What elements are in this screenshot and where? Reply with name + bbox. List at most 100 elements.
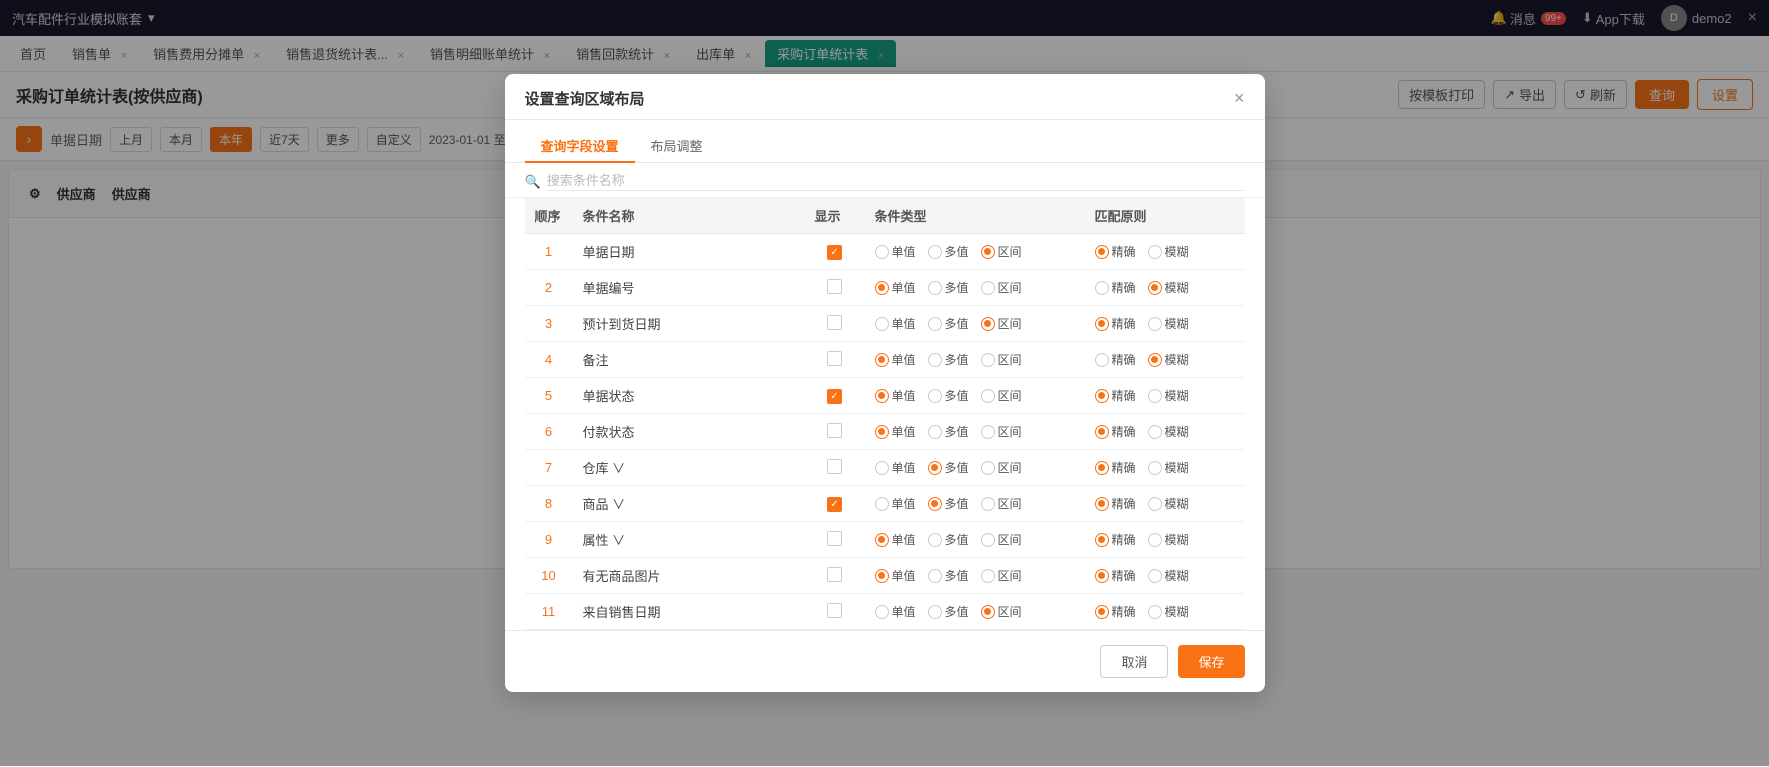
radio-circle <box>1148 425 1162 439</box>
radio-type-item[interactable]: 多值 <box>928 567 969 584</box>
radio-match-item[interactable]: 精确 <box>1095 567 1136 584</box>
cell-show[interactable] <box>805 378 865 414</box>
radio-type-item[interactable]: 多值 <box>928 603 969 620</box>
cell-show[interactable] <box>805 270 865 306</box>
radio-match-item[interactable]: 模糊 <box>1148 423 1189 440</box>
radio-match-item[interactable]: 精确 <box>1095 279 1136 296</box>
show-checkbox[interactable] <box>827 279 842 294</box>
radio-match-item[interactable]: 精确 <box>1095 603 1136 620</box>
radio-match-item[interactable]: 精确 <box>1095 531 1136 548</box>
radio-type-item[interactable]: 单值 <box>875 387 916 404</box>
cell-show[interactable] <box>805 558 865 594</box>
radio-circle <box>928 605 942 619</box>
cell-show[interactable] <box>805 306 865 342</box>
radio-match-item[interactable]: 精确 <box>1095 423 1136 440</box>
radio-type-item[interactable]: 区间 <box>981 459 1022 476</box>
cell-show[interactable] <box>805 342 865 378</box>
show-checkbox[interactable] <box>827 245 842 260</box>
radio-match-item[interactable]: 模糊 <box>1148 315 1189 332</box>
radio-type-item[interactable]: 多值 <box>928 279 969 296</box>
radio-type-item[interactable]: 区间 <box>981 243 1022 260</box>
radio-type-item[interactable]: 单值 <box>875 279 916 296</box>
radio-type-item[interactable]: 区间 <box>981 387 1022 404</box>
radio-label: 模糊 <box>1165 603 1189 620</box>
radio-type-item[interactable]: 单值 <box>875 567 916 584</box>
radio-type-item[interactable]: 区间 <box>981 315 1022 332</box>
radio-type-item[interactable]: 单值 <box>875 315 916 332</box>
radio-circle <box>875 605 889 619</box>
cell-name: 单据状态 <box>573 378 805 414</box>
show-checkbox[interactable] <box>827 351 842 366</box>
radio-match-item[interactable]: 模糊 <box>1148 279 1189 296</box>
radio-type-item[interactable]: 区间 <box>981 495 1022 512</box>
radio-type-item[interactable]: 多值 <box>928 351 969 368</box>
cell-show[interactable] <box>805 522 865 558</box>
th-type: 条件类型 <box>865 198 1085 234</box>
show-checkbox[interactable] <box>827 423 842 438</box>
cell-order: 7 <box>525 450 573 486</box>
radio-type-item[interactable]: 多值 <box>928 531 969 548</box>
radio-type-item[interactable]: 区间 <box>981 279 1022 296</box>
radio-type-item[interactable]: 多值 <box>928 495 969 512</box>
radio-type-item[interactable]: 多值 <box>928 243 969 260</box>
cell-show[interactable] <box>805 450 865 486</box>
radio-match-item[interactable]: 模糊 <box>1148 495 1189 512</box>
cell-show[interactable] <box>805 486 865 522</box>
radio-type-item[interactable]: 单值 <box>875 423 916 440</box>
cell-name: 商品 ∨ <box>573 486 805 522</box>
radio-match-item[interactable]: 模糊 <box>1148 387 1189 404</box>
radio-match-item[interactable]: 精确 <box>1095 459 1136 476</box>
radio-label: 模糊 <box>1165 351 1189 368</box>
radio-match-item[interactable]: 精确 <box>1095 351 1136 368</box>
cell-show[interactable] <box>805 594 865 630</box>
cell-show[interactable] <box>805 234 865 270</box>
radio-match-item[interactable]: 精确 <box>1095 387 1136 404</box>
radio-match-item[interactable]: 精确 <box>1095 495 1136 512</box>
radio-type-item[interactable]: 多值 <box>928 423 969 440</box>
dialog-tab-fields[interactable]: 查询字段设置 <box>525 130 635 163</box>
save-button[interactable]: 保存 <box>1178 645 1244 678</box>
radio-type-item[interactable]: 单值 <box>875 459 916 476</box>
radio-circle <box>981 461 995 475</box>
radio-type-item[interactable]: 区间 <box>981 603 1022 620</box>
cell-match: 精确模糊 <box>1085 414 1245 450</box>
radio-type-item[interactable]: 单值 <box>875 243 916 260</box>
radio-match-item[interactable]: 模糊 <box>1148 603 1189 620</box>
search-input[interactable] <box>547 173 1245 191</box>
dialog-tab-layout[interactable]: 布局调整 <box>635 130 719 163</box>
radio-label: 精确 <box>1112 315 1136 332</box>
radio-type-item[interactable]: 单值 <box>875 531 916 548</box>
show-checkbox[interactable] <box>827 389 842 404</box>
show-checkbox[interactable] <box>827 567 842 582</box>
radio-type-item[interactable]: 区间 <box>981 351 1022 368</box>
radio-match-item[interactable]: 模糊 <box>1148 531 1189 548</box>
cell-show[interactable] <box>805 414 865 450</box>
radio-match-item[interactable]: 精确 <box>1095 243 1136 260</box>
radio-type-item[interactable]: 单值 <box>875 351 916 368</box>
radio-match-item[interactable]: 精确 <box>1095 315 1136 332</box>
radio-type-item[interactable]: 多值 <box>928 459 969 476</box>
show-checkbox[interactable] <box>827 315 842 330</box>
radio-type-item[interactable]: 区间 <box>981 531 1022 548</box>
radio-type-item[interactable]: 单值 <box>875 603 916 620</box>
show-checkbox[interactable] <box>827 459 842 474</box>
radio-type-item[interactable]: 区间 <box>981 423 1022 440</box>
radio-match-item[interactable]: 模糊 <box>1148 351 1189 368</box>
radio-match-item[interactable]: 模糊 <box>1148 243 1189 260</box>
radio-label: 多值 <box>945 351 969 368</box>
radio-type-item[interactable]: 多值 <box>928 387 969 404</box>
radio-type-item[interactable]: 单值 <box>875 495 916 512</box>
radio-type-item[interactable]: 多值 <box>928 315 969 332</box>
dialog-close-button[interactable]: × <box>1234 88 1245 109</box>
show-checkbox[interactable] <box>827 531 842 546</box>
radio-match-item[interactable]: 模糊 <box>1148 567 1189 584</box>
cancel-button[interactable]: 取消 <box>1100 645 1168 678</box>
show-checkbox[interactable] <box>827 603 842 618</box>
radio-label: 区间 <box>998 351 1022 368</box>
show-checkbox[interactable] <box>827 497 842 512</box>
cell-type: 单值多值区间 <box>865 234 1085 270</box>
radio-circle <box>981 389 995 403</box>
radio-type-item[interactable]: 区间 <box>981 567 1022 584</box>
radio-match-item[interactable]: 模糊 <box>1148 459 1189 476</box>
cell-order: 9 <box>525 522 573 558</box>
